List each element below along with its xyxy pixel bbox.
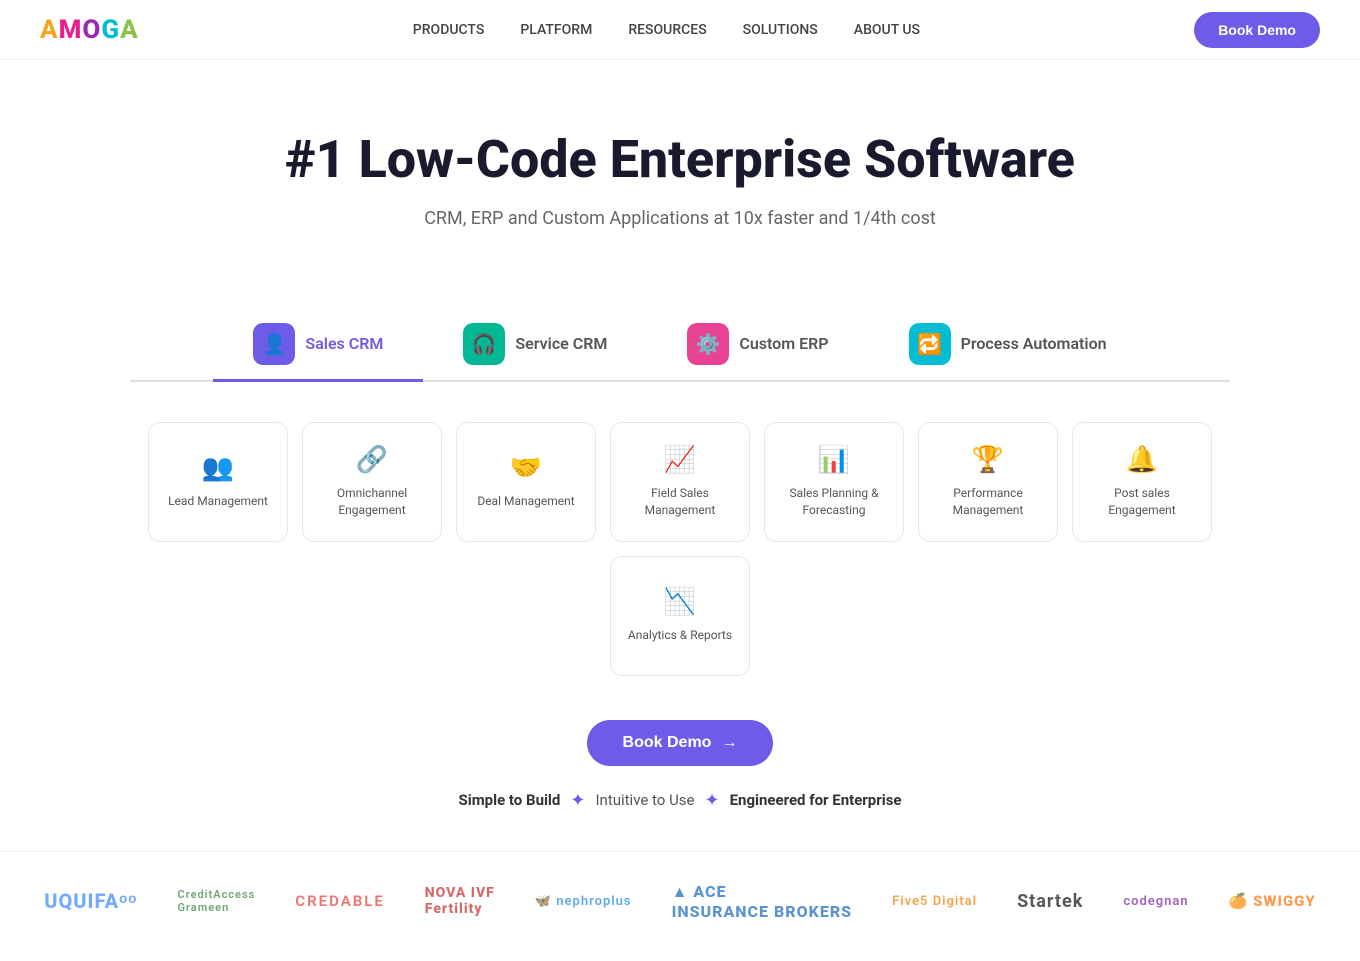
logo-m: M	[59, 15, 83, 45]
feature-cards: 👥 Lead Management 🔗 Omnichannel Engageme…	[60, 422, 1300, 676]
tagline-separator-1: ✦	[570, 790, 585, 811]
tagline-separator-2: ✦	[705, 790, 720, 811]
nav-products[interactable]: PRODUCTS	[413, 22, 485, 38]
logo-swiggy: 🍊 SWIGGY	[1229, 892, 1316, 910]
analytics-icon: 📉	[664, 587, 696, 617]
logo-o: O	[82, 15, 101, 45]
feature-field-sales[interactable]: 📈 Field Sales Management	[610, 422, 750, 542]
hero-section: #1 Low-Code Enterprise Software CRM, ERP…	[0, 60, 1360, 259]
feature-performance-mgmt[interactable]: 🏆 Performance Management	[918, 422, 1058, 542]
tab-process-automation-icon: 🔁	[909, 323, 951, 365]
nav-resources[interactable]: RESOURCES	[628, 22, 706, 38]
feature-omnichannel[interactable]: 🔗 Omnichannel Engagement	[302, 422, 442, 542]
post-sales-label: Post sales Engagement	[1083, 485, 1201, 519]
tab-service-crm-label: Service CRM	[515, 334, 607, 353]
tab-service-crm[interactable]: 🎧 Service CRM	[423, 309, 647, 382]
feature-deal-mgmt[interactable]: 🤝 Deal Management	[456, 422, 596, 542]
logo-nephroplus: 🦋 nephroplus	[535, 894, 632, 909]
logo-ace: ▲ ACEINSURANCE BROKERS	[672, 882, 853, 921]
hero-book-demo-button[interactable]: Book Demo →	[587, 720, 774, 766]
navbar: AMOGA PRODUCTS PLATFORM RESOURCES SOLUTI…	[0, 0, 1360, 60]
omnichannel-label: Omnichannel Engagement	[313, 485, 431, 519]
lead-mgmt-icon: 👥	[202, 453, 234, 483]
hero-subtitle: CRM, ERP and Custom Applications at 10x …	[20, 208, 1340, 229]
field-sales-icon: 📈	[664, 445, 696, 475]
logo: AMOGA	[40, 15, 139, 45]
logo-codegnan: codegnan	[1123, 894, 1188, 909]
product-tabs: 👤 Sales CRM 🎧 Service CRM ⚙️ Custom ERP …	[130, 309, 1230, 382]
feature-analytics[interactable]: 📉 Analytics & Reports	[610, 556, 750, 676]
tagline-part-2: Intuitive to Use	[595, 791, 694, 809]
nav-book-demo-button[interactable]: Book Demo	[1194, 12, 1320, 48]
cta-arrow: →	[721, 734, 737, 752]
cta-label: Book Demo	[623, 734, 712, 752]
logo-a1: A	[40, 15, 59, 45]
lead-mgmt-label: Lead Management	[168, 493, 268, 510]
nav-links: PRODUCTS PLATFORM RESOURCES SOLUTIONS AB…	[413, 22, 920, 38]
tagline-part-3: Engineered for Enterprise	[730, 791, 902, 809]
field-sales-label: Field Sales Management	[621, 485, 739, 519]
tab-custom-erp-icon: ⚙️	[687, 323, 729, 365]
nav-platform[interactable]: PLATFORM	[520, 22, 592, 38]
tab-sales-crm[interactable]: 👤 Sales CRM	[213, 309, 423, 382]
hero-title: #1 Low-Code Enterprise Software	[20, 130, 1340, 190]
sales-planning-label: Sales Planning & Forecasting	[775, 485, 893, 519]
tab-custom-erp[interactable]: ⚙️ Custom ERP	[647, 309, 868, 382]
deal-mgmt-label: Deal Management	[477, 493, 574, 510]
analytics-label: Analytics & Reports	[628, 627, 732, 644]
performance-mgmt-icon: 🏆	[972, 445, 1004, 475]
tab-process-automation[interactable]: 🔁 Process Automation	[869, 309, 1147, 382]
feature-sales-planning[interactable]: 📊 Sales Planning & Forecasting	[764, 422, 904, 542]
logo-creditaccess: CreditAccessGrameen	[178, 888, 256, 914]
logo-startek: Startek	[1017, 891, 1083, 912]
logo-nova: NOVA IVFFertility	[425, 885, 495, 917]
logos-section: UQUIFAᵒᵒ CreditAccessGrameen CREDABLE NO…	[0, 851, 1360, 961]
logos-row: UQUIFAᵒᵒ CreditAccessGrameen CREDABLE NO…	[40, 882, 1320, 921]
deal-mgmt-icon: 🤝	[510, 453, 542, 483]
tab-sales-crm-icon: 👤	[253, 323, 295, 365]
cta-section: Book Demo →	[0, 720, 1360, 766]
tagline-part-1: Simple to Build	[458, 791, 560, 809]
logo-g: G	[101, 15, 120, 45]
omnichannel-icon: 🔗	[356, 445, 388, 475]
post-sales-icon: 🔔	[1126, 445, 1158, 475]
tab-custom-erp-label: Custom ERP	[739, 334, 828, 353]
performance-mgmt-label: Performance Management	[929, 485, 1047, 519]
nav-about[interactable]: ABOUT US	[854, 22, 920, 38]
tab-sales-crm-label: Sales CRM	[305, 334, 383, 353]
tagline-section: Simple to Build ✦ Intuitive to Use ✦ Eng…	[0, 790, 1360, 811]
logo-fives: Five5 Digital	[892, 894, 977, 909]
tab-process-automation-label: Process Automation	[961, 334, 1107, 353]
logo-a2: A	[120, 15, 139, 45]
tab-service-crm-icon: 🎧	[463, 323, 505, 365]
sales-planning-icon: 📊	[818, 445, 850, 475]
feature-post-sales[interactable]: 🔔 Post sales Engagement	[1072, 422, 1212, 542]
logo-credable: CREDABLE	[295, 892, 385, 910]
logo-uquifa: UQUIFAᵒᵒ	[44, 889, 137, 914]
nav-solutions[interactable]: SOLUTIONS	[743, 22, 818, 38]
feature-lead-mgmt[interactable]: 👥 Lead Management	[148, 422, 288, 542]
